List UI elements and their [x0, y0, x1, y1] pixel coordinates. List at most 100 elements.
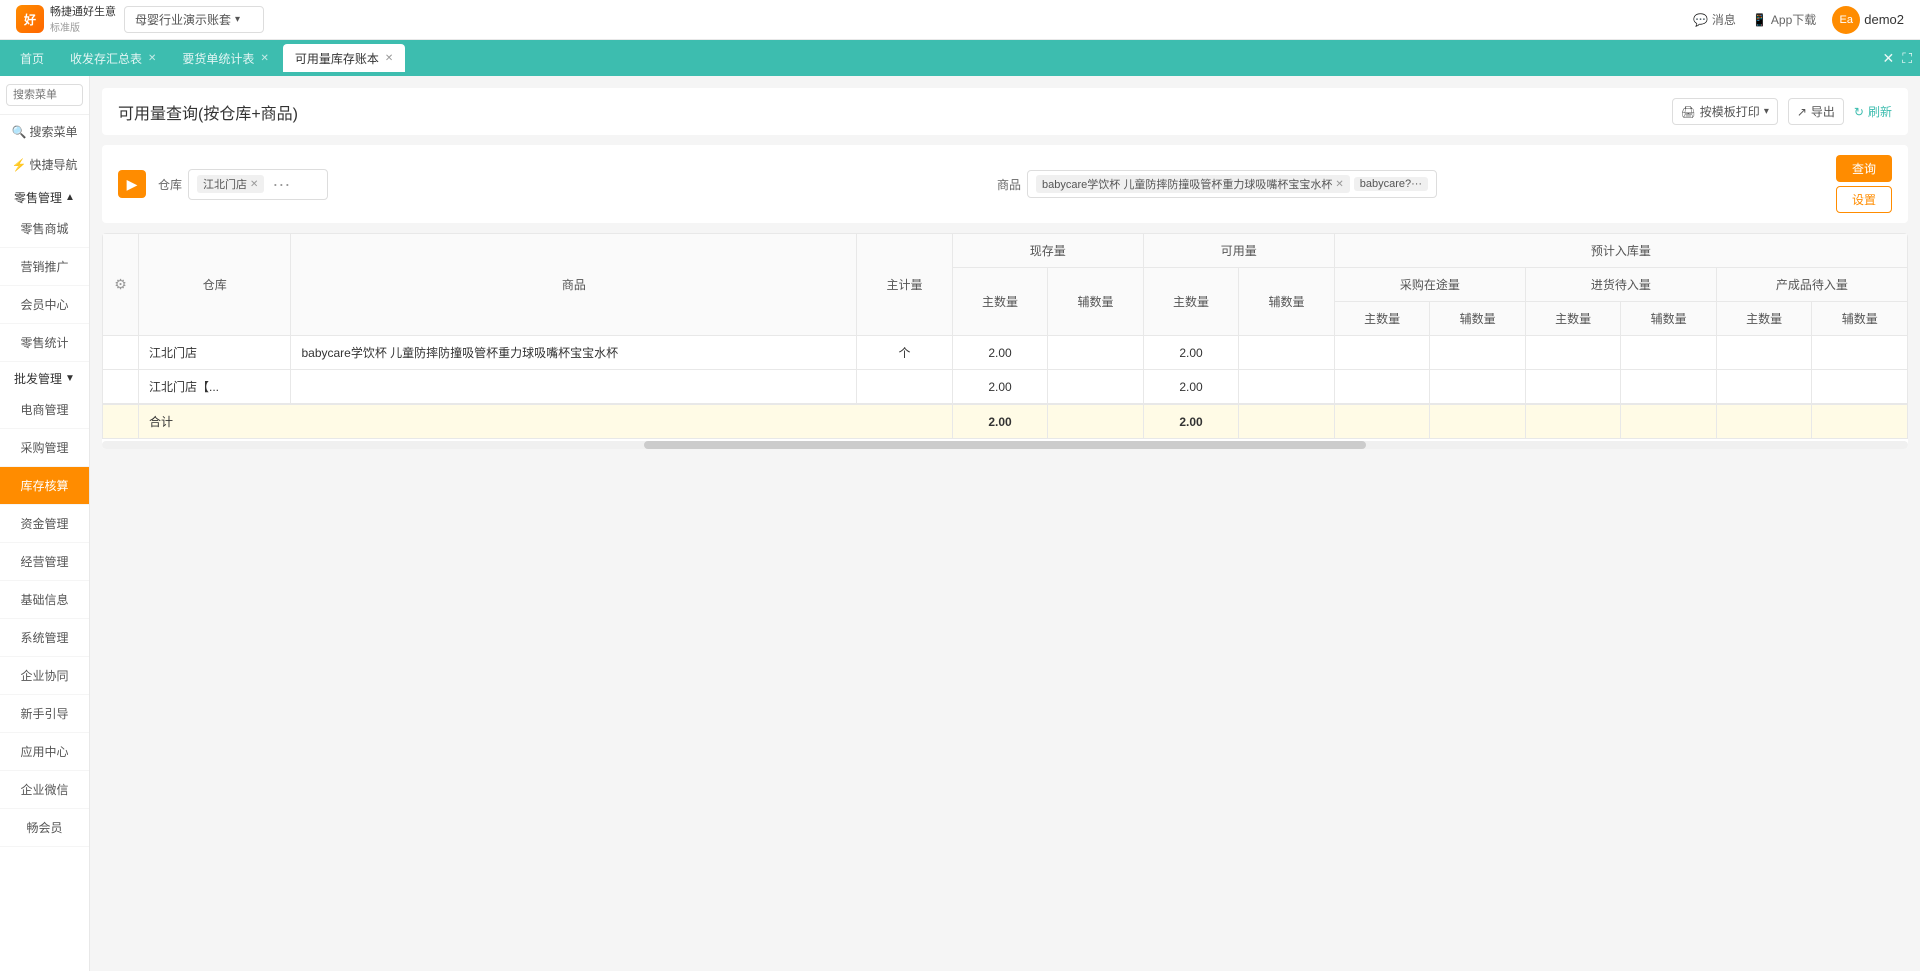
sidebar-item-wholesale[interactable]: 批发管理 ▼	[0, 362, 89, 391]
tab-available-ledger[interactable]: 可用量库存账本 ✕	[283, 44, 405, 72]
purchase-label: 采购管理	[20, 441, 68, 455]
base-info-label: 基础信息	[20, 593, 68, 607]
sidebar-item-member[interactable]: 畅会员	[0, 809, 89, 847]
sidebar-item-system[interactable]: 系统管理	[0, 619, 89, 657]
sidebar-item-purchase[interactable]: 采购管理	[0, 429, 89, 467]
enterprise-label: 企业协同	[20, 669, 68, 683]
tab-order-close-icon[interactable]: ✕	[260, 53, 268, 64]
sidebar-item-app-center[interactable]: 应用中心	[0, 733, 89, 771]
tab-order-stats[interactable]: 要货单统计表 ✕	[170, 44, 280, 72]
sidebar-item-retail-stats[interactable]: 零售统计	[0, 324, 89, 362]
th-production-group: 产成品待入量	[1716, 268, 1907, 302]
tab-available-close-icon[interactable]: ✕	[385, 53, 393, 64]
td-product-2	[291, 370, 857, 405]
ecommerce-label: 电商管理	[20, 403, 68, 417]
th-warehouse: 仓库	[139, 234, 291, 336]
td-purchase-main-1	[1334, 336, 1430, 370]
product-label: 商品	[997, 176, 1021, 193]
tab-receipt-summary[interactable]: 收发存汇总表 ✕	[58, 44, 168, 72]
td-unit-1: 个	[857, 336, 953, 370]
td-stock-sub-2	[1048, 370, 1144, 405]
td-purchase-sub-1	[1430, 336, 1526, 370]
export-button[interactable]: ↗ 导出	[1788, 98, 1844, 125]
user-profile[interactable]: Ea demo2	[1832, 6, 1904, 34]
td-production-sub-2	[1812, 370, 1908, 405]
td-footer-purchase-sub	[1430, 404, 1526, 439]
refresh-icon: ↻	[1854, 105, 1864, 119]
logo-icon: 好	[16, 5, 44, 33]
industry-selector[interactable]: 母婴行业演示账套 ▾	[124, 6, 264, 33]
logo-area: 好 畅捷通好生意 标准版	[16, 5, 116, 34]
td-available-sub-1	[1239, 336, 1335, 370]
gear-icon[interactable]: ⚙	[114, 276, 127, 292]
scrollbar-thumb[interactable]	[644, 441, 1366, 449]
td-product-1: babycare学饮杯 儿童防摔防撞吸管杯重力球吸嘴杯宝宝水杯	[291, 336, 857, 370]
tab-order-label: 要货单统计表	[182, 50, 254, 67]
sidebar-item-quick-nav[interactable]: ⚡ 快捷导航	[0, 148, 89, 181]
th-available-group: 可用量	[1143, 234, 1334, 268]
template-print-button[interactable]: 🖨 按模板打印 ▾	[1672, 98, 1778, 125]
message-button[interactable]: 💬 消息	[1693, 11, 1736, 28]
filter-toggle-button[interactable]: ▶	[118, 170, 146, 198]
refresh-button[interactable]: ↻ 刷新	[1854, 103, 1892, 120]
product-tag-1: babycare学饮杯 儿童防摔防撞吸管杯重力球吸嘴杯宝宝水杯 ✕	[1036, 175, 1350, 193]
query-button[interactable]: 查询	[1836, 155, 1892, 182]
print-icon: 🖨	[1681, 105, 1696, 119]
table-container: ⚙ 仓库 商品 主计量 现存量	[102, 233, 1908, 449]
warehouse-filter-group: 仓库 江北门店 ✕ ···	[158, 169, 985, 200]
td-settings-2	[103, 370, 139, 405]
tab-expand-icon[interactable]: ⛶	[1902, 50, 1912, 67]
sidebar-item-members[interactable]: 会员中心	[0, 286, 89, 324]
filter-action-buttons: 查询 设置	[1836, 155, 1892, 213]
th-settings[interactable]: ⚙	[103, 234, 139, 336]
setting-button[interactable]: 设置	[1836, 186, 1892, 213]
th-available-sub: 辅数量	[1239, 268, 1335, 336]
top-header: 好 畅捷通好生意 标准版 母婴行业演示账套 ▾ 💬 消息 📱 App下载 Ea …	[0, 0, 1920, 40]
th-stock-group: 现存量	[952, 234, 1143, 268]
table-row: 江北门店【... 2.00 2.00	[103, 370, 1908, 405]
chevron-down-icon-wholesale: ▼	[65, 373, 75, 384]
arrow-right-icon: ▶	[127, 176, 138, 193]
sidebar-item-search-menu[interactable]: 🔍 搜索菜单	[0, 115, 89, 148]
tab-bar-actions: ✕ ⛶	[1882, 50, 1912, 67]
warehouse-tag-close-icon[interactable]: ✕	[250, 179, 258, 190]
td-footer-settings	[103, 404, 139, 439]
sidebar-item-base-info[interactable]: 基础信息	[0, 581, 89, 619]
retail-mall-label: 零售商城	[20, 222, 68, 236]
finance-label: 资金管理	[20, 517, 68, 531]
product-tag-1-close-icon[interactable]: ✕	[1335, 179, 1343, 190]
tab-close-all-icon[interactable]: ✕	[1882, 50, 1894, 67]
app-download-button[interactable]: 📱 App下载	[1752, 11, 1816, 28]
sidebar-item-finance[interactable]: 资金管理	[0, 505, 89, 543]
sidebar-item-ecommerce[interactable]: 电商管理	[0, 391, 89, 429]
td-available-main-2: 2.00	[1143, 370, 1239, 405]
sidebar-item-marketing[interactable]: 营销推广	[0, 248, 89, 286]
td-unit-2	[857, 370, 953, 405]
th-arriving-group: 进货待入量	[1525, 268, 1716, 302]
chevron-down-icon: ▾	[235, 14, 240, 25]
inventory-label: 库存核算	[20, 479, 68, 493]
td-warehouse-1: 江北门店	[139, 336, 291, 370]
message-icon: 💬	[1693, 13, 1708, 27]
th-stock-sub: 辅数量	[1048, 268, 1144, 336]
tab-receipt-close-icon[interactable]: ✕	[148, 53, 156, 64]
td-production-sub-1	[1812, 336, 1908, 370]
sidebar-item-enterprise-wechat[interactable]: 企业微信	[0, 771, 89, 809]
sidebar-item-zero-retail[interactable]: 零售管理 ▲	[0, 181, 89, 210]
sidebar-item-new-guide[interactable]: 新手引导	[0, 695, 89, 733]
horizontal-scrollbar[interactable]	[102, 441, 1908, 449]
search-input[interactable]	[6, 84, 83, 106]
tab-home[interactable]: 首页	[8, 44, 56, 72]
sidebar-item-enterprise[interactable]: 企业协同	[0, 657, 89, 695]
td-footer-arriving-sub	[1621, 404, 1717, 439]
warehouse-more-icon[interactable]: ···	[268, 174, 294, 195]
system-label: 系统管理	[20, 631, 68, 645]
td-production-main-1	[1716, 336, 1812, 370]
sidebar-item-operations[interactable]: 经营管理	[0, 543, 89, 581]
warehouse-input[interactable]: 江北门店 ✕ ···	[188, 169, 328, 200]
product-input[interactable]: babycare学饮杯 儿童防摔防撞吸管杯重力球吸嘴杯宝宝水杯 ✕ babyca…	[1027, 170, 1437, 198]
sidebar-item-retail-mall[interactable]: 零售商城	[0, 210, 89, 248]
th-production-main: 主数量	[1716, 302, 1812, 336]
sidebar-item-inventory[interactable]: 库存核算	[0, 467, 89, 505]
member-label: 畅会员	[26, 821, 62, 835]
